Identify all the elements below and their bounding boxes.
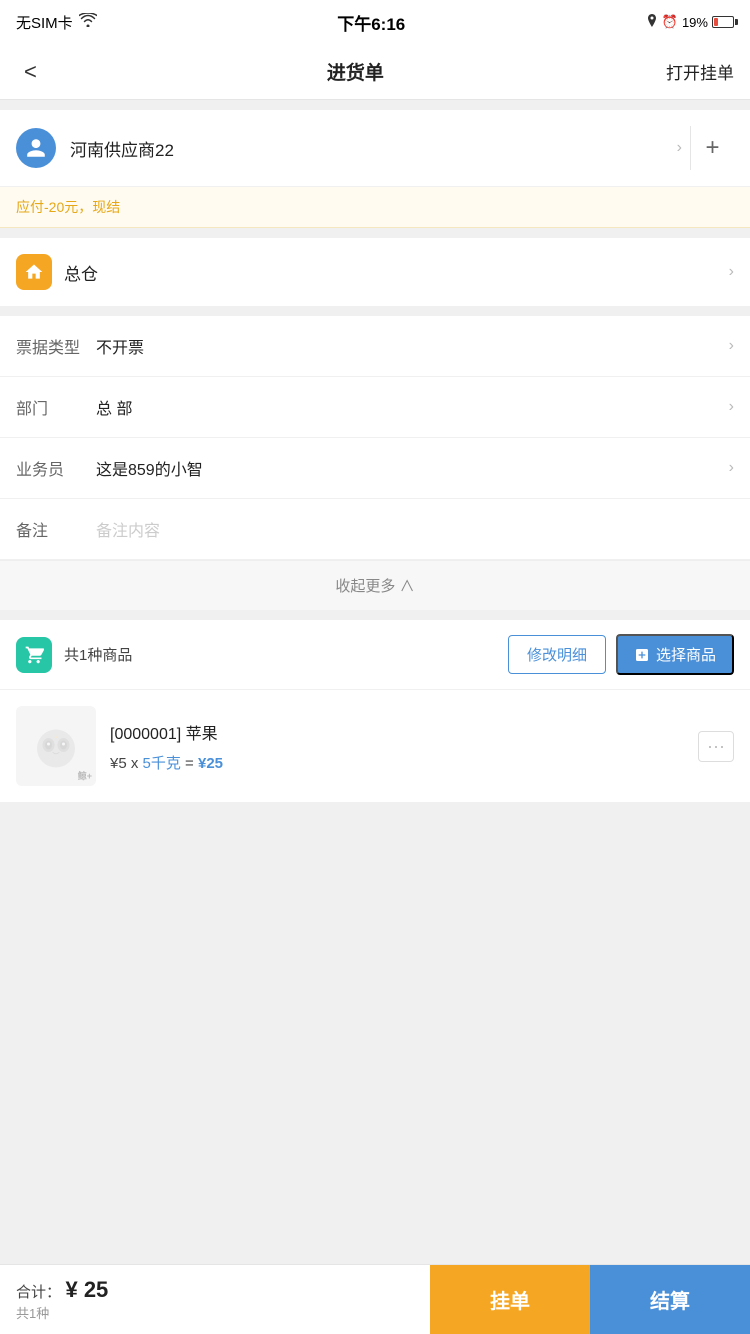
salesperson-label: 业务员 <box>16 456 96 480</box>
alarm-icon: ⏰ <box>662 14 678 30</box>
separator-1 <box>0 100 750 110</box>
remark-row[interactable]: 备注 备注内容 <box>0 499 750 560</box>
carrier-text: 无SIM卡 <box>16 12 73 33</box>
total-row: 合计： ¥ 25 <box>16 1277 414 1303</box>
department-row[interactable]: 部门 总 部 › <box>0 377 750 438</box>
total-label: 合计： <box>16 1284 61 1301</box>
invoice-type-row[interactable]: 票据类型 不开票 › <box>0 316 750 377</box>
supplier-name: 河南供应商22 <box>70 136 669 161</box>
product-title: 苹果 <box>186 726 218 743</box>
product-more-button[interactable]: ··· <box>698 731 734 762</box>
department-value: 总 部 <box>96 395 721 419</box>
salesperson-chevron-icon: › <box>729 459 734 477</box>
location-icon <box>646 14 658 31</box>
product-code: [0000001] <box>110 726 186 743</box>
warehouse-card: 总仓 › <box>0 238 750 306</box>
hang-button[interactable]: 挂单 <box>430 1265 590 1334</box>
department-label: 部门 <box>16 395 96 419</box>
supplier-chevron-icon: › <box>677 139 682 157</box>
battery-percent: 19% <box>682 15 708 30</box>
product-eq: = <box>185 755 198 772</box>
product-quantity: 5千克 <box>143 755 181 772</box>
form-card: 票据类型 不开票 › 部门 总 部 › 业务员 这是859的小智 › 备注 备注… <box>0 316 750 610</box>
salesperson-row[interactable]: 业务员 这是859的小智 › <box>0 438 750 499</box>
open-hang-button[interactable]: 打开挂单 <box>666 59 734 84</box>
supplier-notice: 应付-20元，现结 <box>0 187 750 228</box>
product-info: [0000001] 苹果 ¥5 x 5千克 = ¥25 <box>110 720 698 773</box>
nav-bar: < 进货单 打开挂单 <box>0 44 750 100</box>
product-unit-price: ¥5 x <box>110 755 143 772</box>
page-title: 进货单 <box>327 58 384 85</box>
select-product-button[interactable]: 选择商品 <box>616 634 734 675</box>
add-supplier-button[interactable]: + <box>690 126 734 170</box>
warehouse-icon <box>16 254 52 290</box>
product-total: ¥25 <box>198 755 223 772</box>
invoice-chevron-icon: › <box>729 337 734 355</box>
status-time: 下午6:16 <box>337 10 405 35</box>
product-name: [0000001] 苹果 <box>110 720 698 744</box>
bottom-bar: 合计： ¥ 25 共1种 挂单 结算 <box>0 1264 750 1334</box>
supplier-avatar <box>16 128 56 168</box>
products-icon <box>16 637 52 673</box>
collapse-button[interactable]: 收起更多 ∧ <box>0 560 750 610</box>
checkout-button[interactable]: 结算 <box>590 1265 750 1334</box>
products-count: 共1种商品 <box>64 644 508 665</box>
invoice-type-value: 不开票 <box>96 334 721 358</box>
modify-detail-button[interactable]: 修改明细 <box>508 635 606 674</box>
select-product-label: 选择商品 <box>656 644 716 665</box>
back-button[interactable]: < <box>16 51 45 93</box>
total-count: 共1种 <box>16 1303 414 1322</box>
salesperson-value: 这是859的小智 <box>96 456 721 480</box>
supplier-row[interactable]: 河南供应商22 › + <box>0 110 750 187</box>
total-section: 合计： ¥ 25 共1种 <box>0 1265 430 1334</box>
total-value: ¥ 25 <box>65 1277 108 1302</box>
products-card: 共1种商品 修改明细 选择商品 鲸+ <box>0 620 750 803</box>
remark-label: 备注 <box>16 517 96 541</box>
status-carrier: 无SIM卡 <box>16 12 97 33</box>
department-chevron-icon: › <box>729 398 734 416</box>
bottom-spacer <box>0 813 750 893</box>
invoice-type-label: 票据类型 <box>16 334 96 358</box>
status-bar: 无SIM卡 下午6:16 ⏰ 19% <box>0 0 750 44</box>
warehouse-row[interactable]: 总仓 › <box>0 238 750 306</box>
warehouse-chevron-icon: › <box>729 263 734 281</box>
status-right: ⏰ 19% <box>646 14 734 31</box>
product-item: 鲸+ [0000001] 苹果 ¥5 x 5千克 = ¥25 ··· <box>0 690 750 803</box>
product-price: ¥5 x 5千克 = ¥25 <box>110 752 698 773</box>
wifi-icon <box>79 13 97 31</box>
product-thumbnail: 鲸+ <box>16 706 96 786</box>
supplier-card: 河南供应商22 › + 应付-20元，现结 <box>0 110 750 228</box>
products-header: 共1种商品 修改明细 选择商品 <box>0 620 750 690</box>
battery-icon <box>712 16 734 28</box>
warehouse-name: 总仓 <box>64 260 721 285</box>
remark-input[interactable]: 备注内容 <box>96 517 734 541</box>
